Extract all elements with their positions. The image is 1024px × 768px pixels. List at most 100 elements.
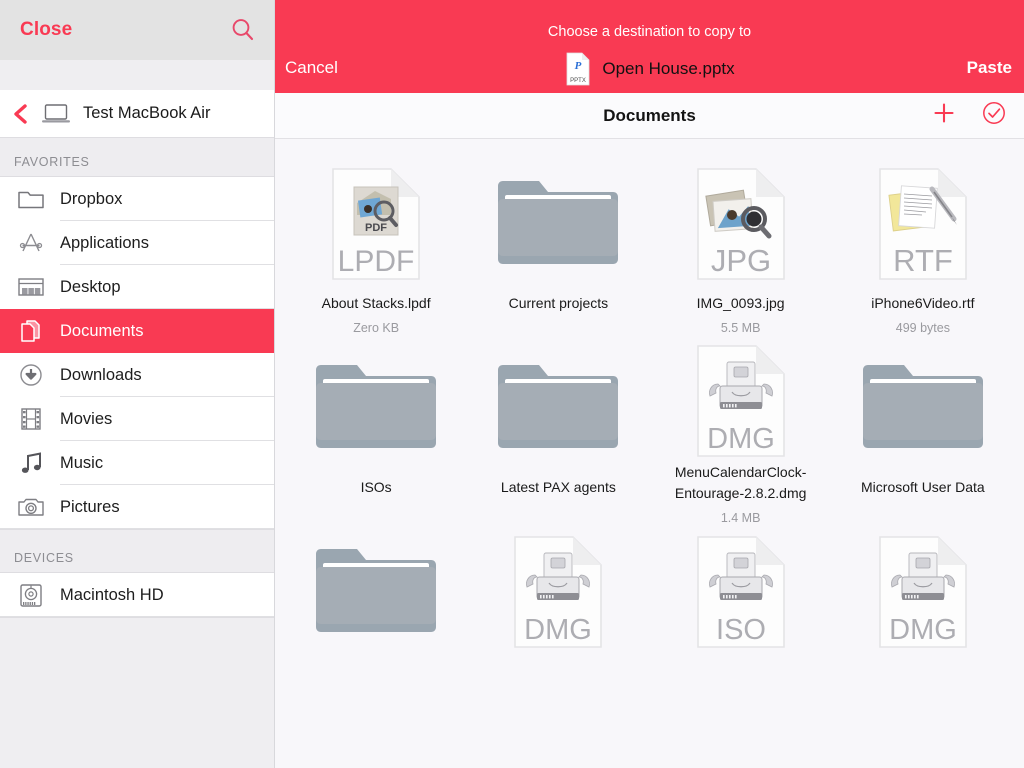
file-name: IMG_0093.jpg: [696, 295, 785, 311]
harddisk-icon: [14, 580, 48, 610]
file-thumbnail: [494, 341, 622, 475]
file-name: Microsoft User Data: [861, 479, 985, 495]
file-thumbnail: [312, 525, 440, 659]
sidebar-item-documents[interactable]: Documents: [0, 309, 274, 353]
file-thumbnail: JPG: [696, 157, 786, 291]
sidebar-filler: [0, 617, 274, 768]
sidebar-toolbar: Close: [0, 0, 274, 60]
svg-text:JPG: JPG: [710, 243, 770, 278]
content-actions: [932, 101, 1006, 130]
section-title: FAVORITES: [14, 155, 90, 169]
file-item[interactable]: DMG: [832, 525, 1014, 709]
sidebar-item-pictures[interactable]: Pictures: [0, 485, 274, 529]
file-name: ISOs: [360, 479, 392, 495]
svg-text:PPTX: PPTX: [571, 78, 587, 84]
file-size: 499 bytes: [895, 321, 950, 336]
sidebar-spacer: [0, 60, 274, 90]
page-title: Documents: [603, 105, 696, 125]
copy-file-name: Open House.pptx: [602, 59, 735, 78]
file-thumbnail: ISO: [696, 525, 786, 659]
file-item[interactable]: ISO: [650, 525, 832, 709]
file-item[interactable]: RTF iPhone6Video.rtf 499 bytes: [832, 157, 1014, 341]
breadcrumb-label: Test MacBook Air: [83, 104, 211, 122]
copy-file-chip: P PPTX Open House.pptx: [275, 52, 1024, 86]
checkmark-circle-icon[interactable]: [982, 101, 1006, 130]
svg-text:PDF: PDF: [365, 222, 387, 234]
sidebar-item-label: Documents: [60, 321, 144, 340]
file-item[interactable]: Latest PAX agents: [467, 341, 649, 525]
music-note-icon: [14, 448, 48, 478]
sidebar-item-macintosh-hd[interactable]: Macintosh HD: [0, 573, 274, 617]
svg-text:RTF: RTF: [893, 243, 953, 278]
sidebar-item-label: Downloads: [60, 365, 142, 384]
copy-destination-bar: Choose a destination to copy to Cancel P…: [275, 0, 1024, 93]
copy-prompt: Choose a destination to copy to: [547, 24, 752, 40]
file-name: Current projects: [508, 295, 609, 311]
sidebar: Close Test MacBook Air FAVORITES Dropbox…: [0, 0, 275, 768]
sidebar-item-applications[interactable]: Applications: [0, 221, 274, 265]
file-item[interactable]: JPG IMG_0093.jpg 5.5 MB: [650, 157, 832, 341]
file-item[interactable]: ISOs: [285, 341, 467, 525]
file-thumbnail: [494, 157, 622, 291]
applications-icon: [14, 228, 48, 258]
breadcrumb[interactable]: Test MacBook Air: [0, 90, 274, 137]
file-name: About Stacks.lpdf: [321, 295, 431, 311]
file-thumbnail: [859, 341, 987, 475]
camera-icon: [14, 492, 48, 522]
file-item[interactable]: Microsoft User Data: [832, 341, 1014, 525]
sidebar-item-label: Movies: [60, 409, 113, 428]
file-browser-window: Close Test MacBook Air FAVORITES Dropbox…: [0, 0, 1024, 768]
desktop-icon: [14, 272, 48, 302]
section-title: DEVICES: [14, 551, 74, 565]
pptx-file-icon: P PPTX: [564, 52, 592, 86]
file-name: iPhone6Video.rtf: [871, 295, 975, 311]
file-name: MenuCalendarClock-Entourage-2.8.2.dmg: [674, 464, 807, 501]
paste-button[interactable]: Paste: [967, 58, 1012, 78]
download-circle-icon: [14, 360, 48, 390]
documents-icon: [14, 316, 48, 346]
file-badge: DMG: [525, 614, 593, 646]
svg-text:P: P: [575, 60, 582, 72]
sidebar-item-label: Music: [60, 453, 104, 472]
sidebar-section-devices: DEVICES: [0, 529, 274, 573]
file-thumbnail: RTF: [878, 157, 968, 291]
svg-text:DMG: DMG: [707, 423, 775, 455]
sidebar-item-movies[interactable]: Movies: [0, 397, 274, 441]
folder-outline-icon: [14, 184, 48, 214]
sidebar-item-label: Desktop: [60, 277, 121, 296]
sidebar-item-desktop[interactable]: Desktop: [0, 265, 274, 309]
main-pane: Choose a destination to copy to Cancel P…: [275, 0, 1024, 768]
laptop-icon: [41, 102, 71, 126]
sidebar-item-downloads[interactable]: Downloads: [0, 353, 274, 397]
film-icon: [14, 404, 48, 434]
content-header: Documents: [275, 93, 1024, 139]
file-badge: ISO: [716, 614, 766, 646]
sidebar-section-favorites: FAVORITES: [0, 137, 274, 177]
file-size: 1.4 MB: [720, 511, 761, 525]
plus-icon[interactable]: [932, 101, 956, 130]
file-item[interactable]: PDF LPDF About Stacks.lpdf Zero KB: [285, 157, 467, 341]
file-size: Zero KB: [353, 321, 400, 336]
file-item[interactable]: DMG: [467, 525, 649, 709]
sidebar-item-label: Dropbox: [60, 189, 123, 208]
sidebar-item-label: Applications: [60, 233, 149, 252]
file-badge: DMG: [889, 614, 957, 646]
svg-text:LPDF: LPDF: [338, 245, 415, 278]
sidebar-item-label: Pictures: [60, 497, 120, 516]
file-thumbnail: DMG: [878, 525, 968, 659]
file-item[interactable]: Current projects: [467, 157, 649, 341]
sidebar-item-label: Macintosh HD: [60, 585, 164, 604]
close-button[interactable]: Close: [20, 19, 72, 41]
sidebar-item-music[interactable]: Music: [0, 441, 274, 485]
chevron-left-icon[interactable]: [12, 103, 29, 125]
sidebar-item-dropbox[interactable]: Dropbox: [0, 177, 274, 221]
file-item[interactable]: DMG MenuCalendarClock-Entourage-2.8.2.dm…: [650, 341, 832, 525]
file-name: Latest PAX agents: [500, 479, 616, 495]
file-thumbnail: DMG: [513, 525, 603, 659]
file-item[interactable]: [285, 525, 467, 709]
file-thumbnail: [312, 341, 440, 475]
file-thumbnail: PDF LPDF: [331, 157, 421, 291]
file-size: 5.5 MB: [720, 321, 761, 336]
file-thumbnail: DMG: [696, 341, 786, 460]
search-icon[interactable]: [230, 17, 256, 43]
